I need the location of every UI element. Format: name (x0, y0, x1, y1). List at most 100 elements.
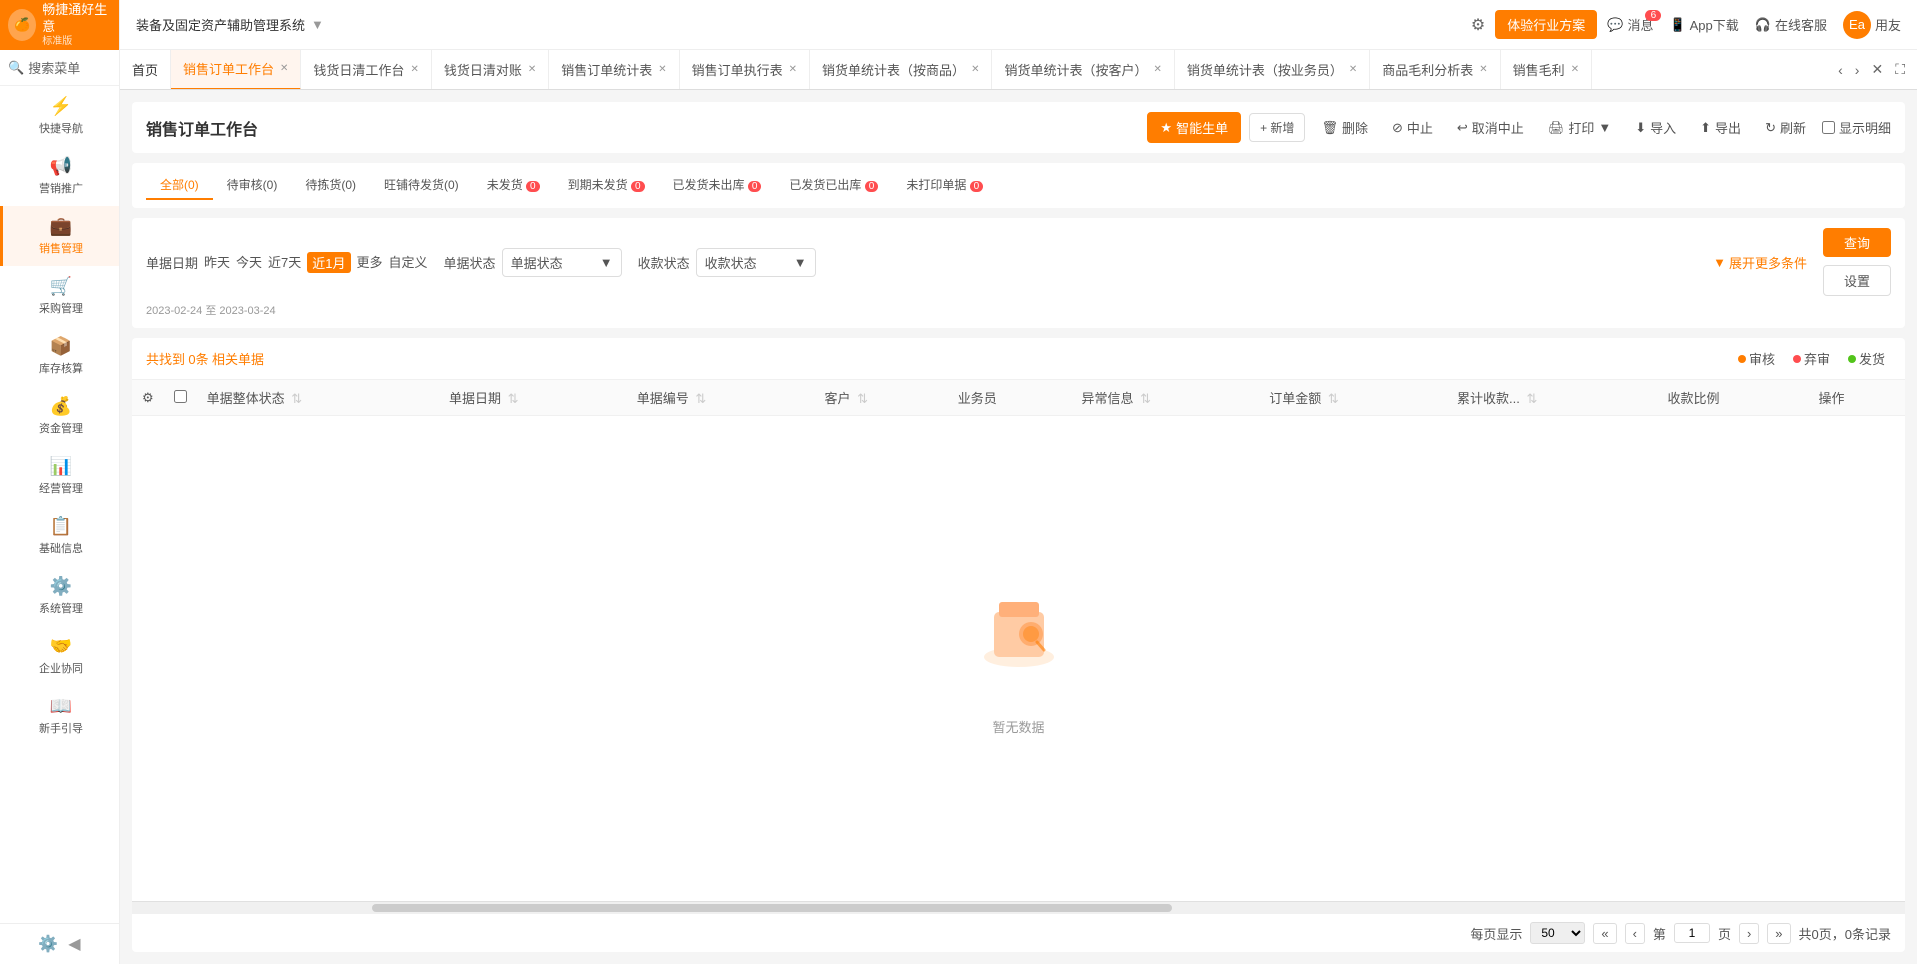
system-dropdown-icon[interactable]: ▼ (311, 17, 324, 32)
filter-tab-not-shipped[interactable]: 未发货 0 (473, 171, 554, 200)
tab-close-order-exec[interactable]: ✕ (789, 64, 797, 75)
new-button[interactable]: + 新增 (1249, 113, 1305, 142)
scrollbar-thumb[interactable] (372, 904, 1172, 912)
per-page-select[interactable]: 10 20 50 100 (1530, 922, 1585, 944)
tab-close-sales-goods[interactable]: ✕ (971, 64, 979, 75)
tab-prev-icon[interactable]: ‹ (1834, 60, 1847, 80)
last-page-button[interactable]: » (1767, 923, 1790, 944)
tab-close-order-stats[interactable]: ✕ (658, 64, 666, 75)
date-opt-7days[interactable]: 近7天 (268, 252, 301, 273)
sidebar-item-guide[interactable]: 📖 新手引导 (0, 686, 119, 746)
tab-reconcile[interactable]: 钱货日清对账 ✕ (432, 50, 549, 90)
search-menu[interactable]: 🔍 搜索菜单 (0, 50, 119, 86)
tab-close-cash-clear[interactable]: ✕ (410, 64, 418, 75)
tab-sales-goods[interactable]: 销货单统计表（按商品） ✕ (810, 50, 992, 90)
import-button[interactable]: ⬇ 导入 (1627, 113, 1684, 142)
tab-sales-customer[interactable]: 销货单统计表（按客户） ✕ (992, 50, 1174, 90)
filter-payment-item: 收款状态 收款状态 ▼ (638, 248, 816, 277)
settings-bottom-icon[interactable]: ⚙️ (38, 934, 58, 954)
sort-status-icon[interactable]: ⇅ (291, 391, 302, 406)
date-opt-custom[interactable]: 自定义 (389, 252, 428, 273)
tab-cash-clear[interactable]: 钱货日清工作台 ✕ (301, 50, 431, 90)
filter-tab-pending-pick[interactable]: 待拣货(0) (291, 171, 370, 200)
tab-home[interactable]: 首页 (120, 50, 171, 90)
sort-number-icon[interactable]: ⇅ (695, 391, 706, 406)
sidebar-item-management[interactable]: 📊 经营管理 (0, 446, 119, 506)
stop-button[interactable]: ⊘ 中止 (1384, 113, 1441, 142)
filter-date-range: 2023-02-24 至 2023-03-24 (146, 302, 1891, 318)
sort-collected-icon[interactable]: ⇅ (1526, 391, 1537, 406)
refresh-button[interactable]: ↻ 刷新 (1757, 113, 1814, 142)
tab-close-sales-customer[interactable]: ✕ (1153, 64, 1161, 75)
th-gear[interactable]: ⚙ (132, 380, 164, 416)
filter-tab-pending-review[interactable]: 待审核(0) (213, 171, 292, 200)
filter-tab-shipped-out[interactable]: 已发货已出库 0 (775, 171, 892, 200)
app-download-item[interactable]: 📱 App下载 (1669, 15, 1738, 34)
th-checkbox[interactable] (164, 380, 197, 416)
user-item[interactable]: Ea 用友 (1843, 11, 1901, 39)
tab-close-all-icon[interactable]: ✕ (1867, 59, 1887, 80)
sort-amount-icon[interactable]: ⇅ (1328, 391, 1339, 406)
show-detail-input[interactable] (1822, 121, 1835, 134)
date-opt-yesterday[interactable]: 昨天 (204, 252, 230, 273)
sidebar-item-basic[interactable]: 📋 基础信息 (0, 506, 119, 566)
cancel-audit-button[interactable]: 弃审 (1787, 346, 1836, 371)
filter-tab-expired-ship[interactable]: 到期未发货 0 (554, 171, 659, 200)
date-opt-1month[interactable]: 近1月 (307, 252, 350, 273)
filter-tab-all[interactable]: 全部(0) (146, 171, 213, 200)
sort-date-icon[interactable]: ⇅ (508, 391, 519, 406)
sidebar-item-finance[interactable]: 💰 资金管理 (0, 386, 119, 446)
first-page-button[interactable]: « (1593, 923, 1616, 944)
prev-page-button[interactable]: ‹ (1625, 923, 1645, 944)
tab-sales-order[interactable]: 销售订单工作台 ✕ (171, 50, 301, 90)
print-button[interactable]: 🖨 打印 ▼ (1540, 113, 1619, 142)
sidebar-item-system[interactable]: ⚙️ 系统管理 (0, 566, 119, 626)
sidebar-item-enterprise[interactable]: 🤝 企业协同 (0, 626, 119, 686)
export-button[interactable]: ⬆ 导出 (1692, 113, 1749, 142)
tab-close-sales-gross[interactable]: ✕ (1571, 64, 1579, 75)
cancel-stop-button[interactable]: ↩ 取消中止 (1449, 113, 1532, 142)
tab-next-icon[interactable]: › (1851, 60, 1864, 80)
tab-sales-staff[interactable]: 销货单统计表（按业务员） ✕ (1175, 50, 1370, 90)
select-all-checkbox[interactable] (174, 390, 187, 403)
query-button[interactable]: 查询 (1823, 228, 1891, 257)
filter-tab-shipped-not-out[interactable]: 已发货未出库 0 (659, 171, 776, 200)
payment-select[interactable]: 收款状态 ▼ (696, 248, 816, 277)
sort-anomaly-icon[interactable]: ⇅ (1140, 391, 1151, 406)
date-opt-today[interactable]: 今天 (236, 252, 262, 273)
message-item[interactable]: 💬 消息 6 (1607, 15, 1653, 34)
tab-close-gross-profit[interactable]: ✕ (1479, 64, 1487, 75)
tab-close-reconcile[interactable]: ✕ (528, 64, 536, 75)
filter-tab-not-printed[interactable]: 未打印单据 0 (892, 171, 997, 200)
date-opt-more[interactable]: 更多 (357, 252, 383, 273)
show-detail-checkbox[interactable]: 显示明细 (1822, 118, 1891, 137)
page-input[interactable] (1674, 923, 1710, 943)
tab-close-sales-order[interactable]: ✕ (280, 63, 288, 74)
sidebar-item-purchase[interactable]: 🛒 采购管理 (0, 266, 119, 326)
filter-settings-button[interactable]: 设置 (1823, 265, 1891, 296)
sidebar-item-quicknav[interactable]: ⚡ 快捷导航 (0, 86, 119, 146)
next-page-button[interactable]: › (1739, 923, 1759, 944)
tab-sales-gross[interactable]: 销售毛利 ✕ (1501, 50, 1592, 90)
filter-tab-wangpu-ship[interactable]: 旺铺待发货(0) (370, 171, 473, 200)
delete-button[interactable]: 🗑 删除 (1313, 113, 1376, 142)
collapse-icon[interactable]: ◀ (68, 934, 80, 954)
audit-button[interactable]: 审核 (1732, 346, 1781, 371)
tab-close-sales-staff[interactable]: ✕ (1349, 64, 1357, 75)
smart-generate-button[interactable]: ★ 智能生单 (1147, 112, 1241, 143)
solution-button[interactable]: 体验行业方案 (1495, 10, 1597, 39)
tab-gross-profit[interactable]: 商品毛利分析表 ✕ (1370, 50, 1500, 90)
status-select[interactable]: 单据状态 ▼ (502, 248, 622, 277)
filter-area: 单据日期 昨天 今天 近7天 近1月 更多 自定义 单据状态 单据状态 ▼ (132, 218, 1905, 328)
tab-order-exec[interactable]: 销售订单执行表 ✕ (680, 50, 810, 90)
expand-conditions[interactable]: ▼ 展开更多条件 (1713, 253, 1807, 272)
sort-customer-icon[interactable]: ⇅ (857, 391, 868, 406)
sidebar-item-marketing[interactable]: 📢 营销推广 (0, 146, 119, 206)
tab-fullscreen-icon[interactable]: ⛶ (1891, 59, 1909, 80)
online-service-item[interactable]: 🎧 在线客服 (1755, 15, 1827, 34)
sidebar-item-inventory[interactable]: 📦 库存核算 (0, 326, 119, 386)
sidebar-item-sales[interactable]: 💼 销售管理 (0, 206, 119, 266)
ship-action-button[interactable]: 发货 (1842, 346, 1891, 371)
tab-order-stats[interactable]: 销售订单统计表 ✕ (549, 50, 679, 90)
topbar-gear-icon[interactable]: ⚙ (1471, 15, 1485, 35)
